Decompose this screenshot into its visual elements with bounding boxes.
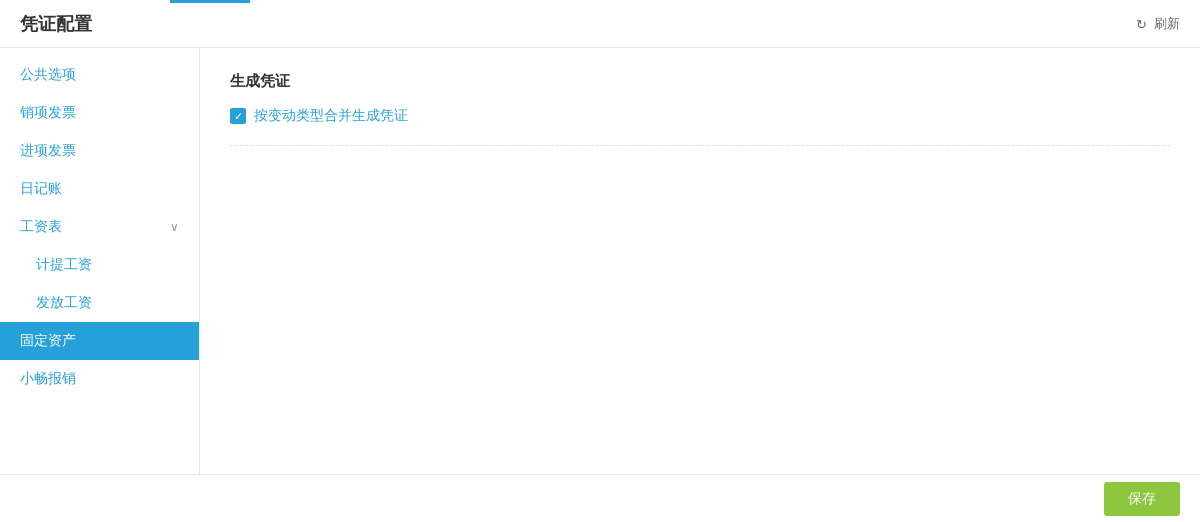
sidebar-item-journal[interactable]: 日记账 [0,170,199,208]
page-header: 凭证配置 ↻ 刷新 [0,0,1200,48]
section-divider [230,145,1170,146]
sidebar-item-label: 进项发票 [20,142,76,160]
section-title: 生成凭证 [230,72,1170,91]
checkbox-label: 按变动类型合并生成凭证 [254,107,408,125]
refresh-label: 刷新 [1154,15,1180,33]
sidebar-item-label: 日记账 [20,180,62,198]
sidebar-item-expense-claim[interactable]: 小畅报销 [0,360,199,398]
sidebar-item-label: 小畅报销 [20,370,76,388]
merge-checkbox[interactable] [230,108,246,124]
chevron-down-icon: ∨ [170,220,179,234]
sidebar-item-label: 发放工资 [36,294,92,312]
checkbox-row: 按变动类型合并生成凭证 [230,107,1170,125]
sidebar: 公共选项销项发票进项发票日记账工资表 ∨ 计提工资发放工资固定资产小畅报销 [0,48,200,474]
sidebar-item-payroll-table[interactable]: 工资表 ∨ [0,208,199,246]
refresh-button[interactable]: ↻ 刷新 [1136,15,1180,33]
sidebar-item-purchase-invoice[interactable]: 进项发票 [0,132,199,170]
sidebar-item-sales-invoice[interactable]: 销项发票 [0,94,199,132]
footer-bar: 保存 [0,474,1200,522]
main-layout: 公共选项销项发票进项发票日记账工资表 ∨ 计提工资发放工资固定资产小畅报销 生成凭证… [0,48,1200,474]
save-button[interactable]: 保存 [1104,482,1180,516]
refresh-icon: ↻ [1136,17,1150,31]
sidebar-item-label: 销项发票 [20,104,76,122]
sidebar-item-label: 工资表 [20,218,62,236]
sidebar-item-label: 固定资产 [20,332,76,350]
sidebar-item-label: 计提工资 [36,256,92,274]
sidebar-item-fixed-assets[interactable]: 固定资产 [0,322,199,360]
content-area: 生成凭证 按变动类型合并生成凭证 [200,48,1200,474]
sidebar-item-label: 公共选项 [20,66,76,84]
sidebar-item-issue-salary[interactable]: 发放工资 [0,284,199,322]
sidebar-item-accrual-salary[interactable]: 计提工资 [0,246,199,284]
sidebar-item-public[interactable]: 公共选项 [0,56,199,94]
page-title: 凭证配置 [20,12,92,36]
